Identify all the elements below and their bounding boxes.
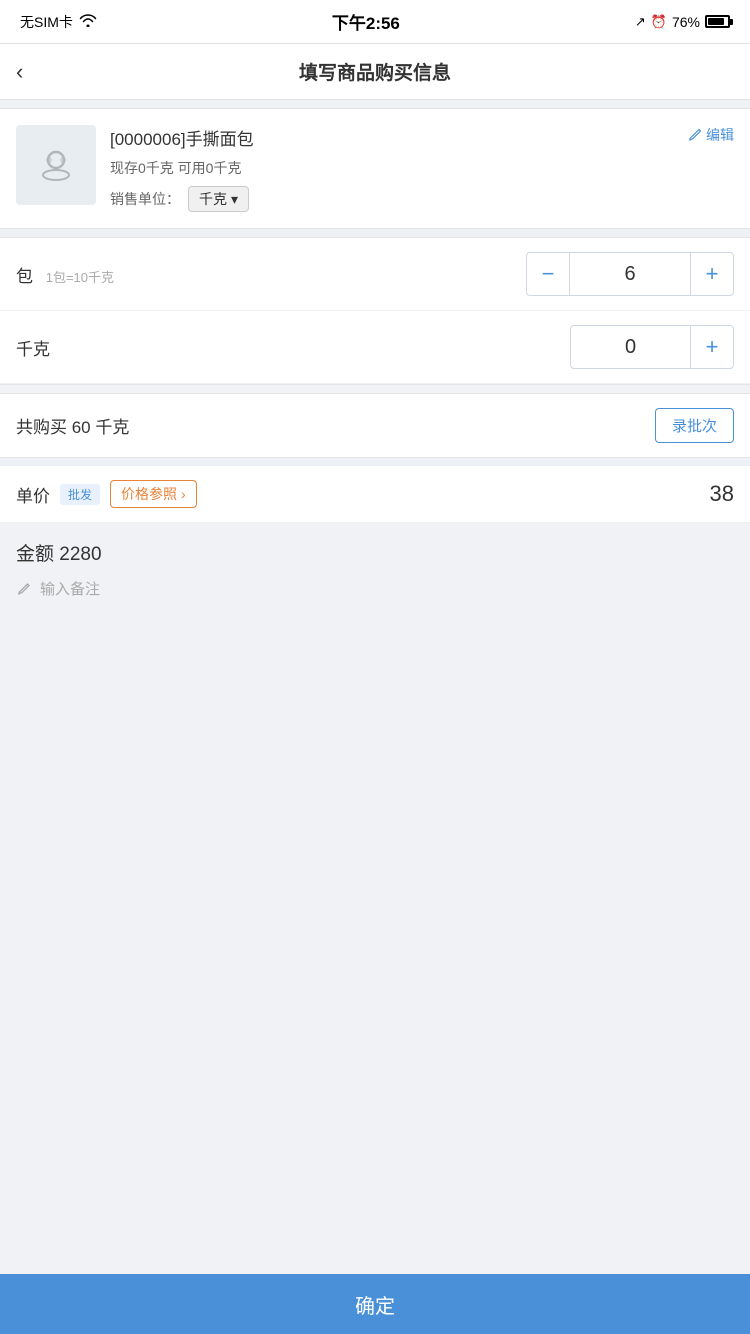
product-unit-row: 销售单位： 千克 ▾ [110, 186, 734, 212]
kg-quantity-controls: + [570, 325, 734, 369]
price-row: 单价 批发 价格参照 › 38 [0, 466, 750, 523]
kg-label: 千克 [16, 335, 570, 360]
bag-plus-button[interactable]: + [690, 252, 734, 296]
bag-quantity-input[interactable] [570, 252, 690, 296]
quantity-section: 包 1包=10千克 − + 千克 + [0, 237, 750, 385]
wifi-icon [79, 13, 97, 30]
status-right: ↗ ⏰ 76% [635, 14, 730, 30]
kg-quantity-row: 千克 + [0, 311, 750, 384]
pencil-icon [16, 581, 32, 597]
product-stock: 现存0千克 可用0千克 [110, 158, 734, 178]
product-info: [0000006]手撕面包 编辑 现存0千克 可用0千克 销售单位： 千克 ▾ [110, 125, 734, 212]
status-time: 下午2:56 [332, 9, 400, 34]
total-text: 共购买 60 千克 [16, 413, 129, 438]
note-row[interactable]: 输入备注 [16, 578, 734, 599]
status-left: 无SIM卡 [20, 12, 97, 32]
location-icon: ↗ [635, 14, 646, 30]
bag-minus-button[interactable]: − [526, 252, 570, 296]
carrier-label: 无SIM卡 [20, 12, 73, 32]
batch-button[interactable]: 录批次 [655, 408, 734, 443]
bag-hint: 1包=10千克 [46, 270, 114, 285]
price-ref-label: 价格参照 [121, 484, 177, 504]
nav-bar: ‹ 填写商品购买信息 [0, 44, 750, 100]
edit-button[interactable]: 编辑 [688, 125, 734, 145]
confirm-bar[interactable]: 确定 [0, 1274, 750, 1334]
price-ref-button[interactable]: 价格参照 › [110, 480, 197, 508]
price-value: 38 [710, 481, 734, 507]
price-ref-arrow: › [181, 486, 186, 502]
main-content: [0000006]手撕面包 编辑 现存0千克 可用0千克 销售单位： 千克 ▾ … [0, 100, 750, 1274]
amount-row: 金额 2280 [16, 539, 734, 566]
bag-quantity-row: 包 1包=10千克 − + [0, 238, 750, 311]
chevron-down-icon: ▾ [231, 191, 238, 208]
price-label: 单价 [16, 482, 50, 507]
product-image [16, 125, 96, 205]
product-name: [0000006]手撕面包 [110, 125, 254, 150]
bag-quantity-controls: − + [526, 252, 734, 296]
page-title: 填写商品购买信息 [299, 58, 451, 85]
price-section: 单价 批发 价格参照 › 38 [0, 458, 750, 523]
confirm-button[interactable]: 确定 [355, 1290, 395, 1319]
battery-percent: 76% [672, 14, 700, 30]
unit-label: 销售单位： [110, 189, 180, 209]
note-label: 输入备注 [40, 578, 100, 599]
bottom-spacer [0, 615, 750, 1274]
total-row: 共购买 60 千克 录批次 [0, 393, 750, 458]
amount-section: 金额 2280 输入备注 [0, 523, 750, 615]
battery-icon [705, 15, 730, 28]
price-tag-batch: 批发 [60, 484, 100, 505]
bag-label: 包 1包=10千克 [16, 262, 526, 287]
kg-quantity-input[interactable] [570, 325, 690, 369]
section-separator [0, 229, 750, 237]
kg-plus-button[interactable]: + [690, 325, 734, 369]
back-button[interactable]: ‹ [16, 59, 56, 85]
product-card: [0000006]手撕面包 编辑 现存0千克 可用0千克 销售单位： 千克 ▾ [0, 108, 750, 229]
unit-selector[interactable]: 千克 ▾ [188, 186, 249, 212]
alarm-icon: ⏰ [651, 14, 667, 30]
status-bar: 无SIM卡 下午2:56 ↗ ⏰ 76% [0, 0, 750, 44]
